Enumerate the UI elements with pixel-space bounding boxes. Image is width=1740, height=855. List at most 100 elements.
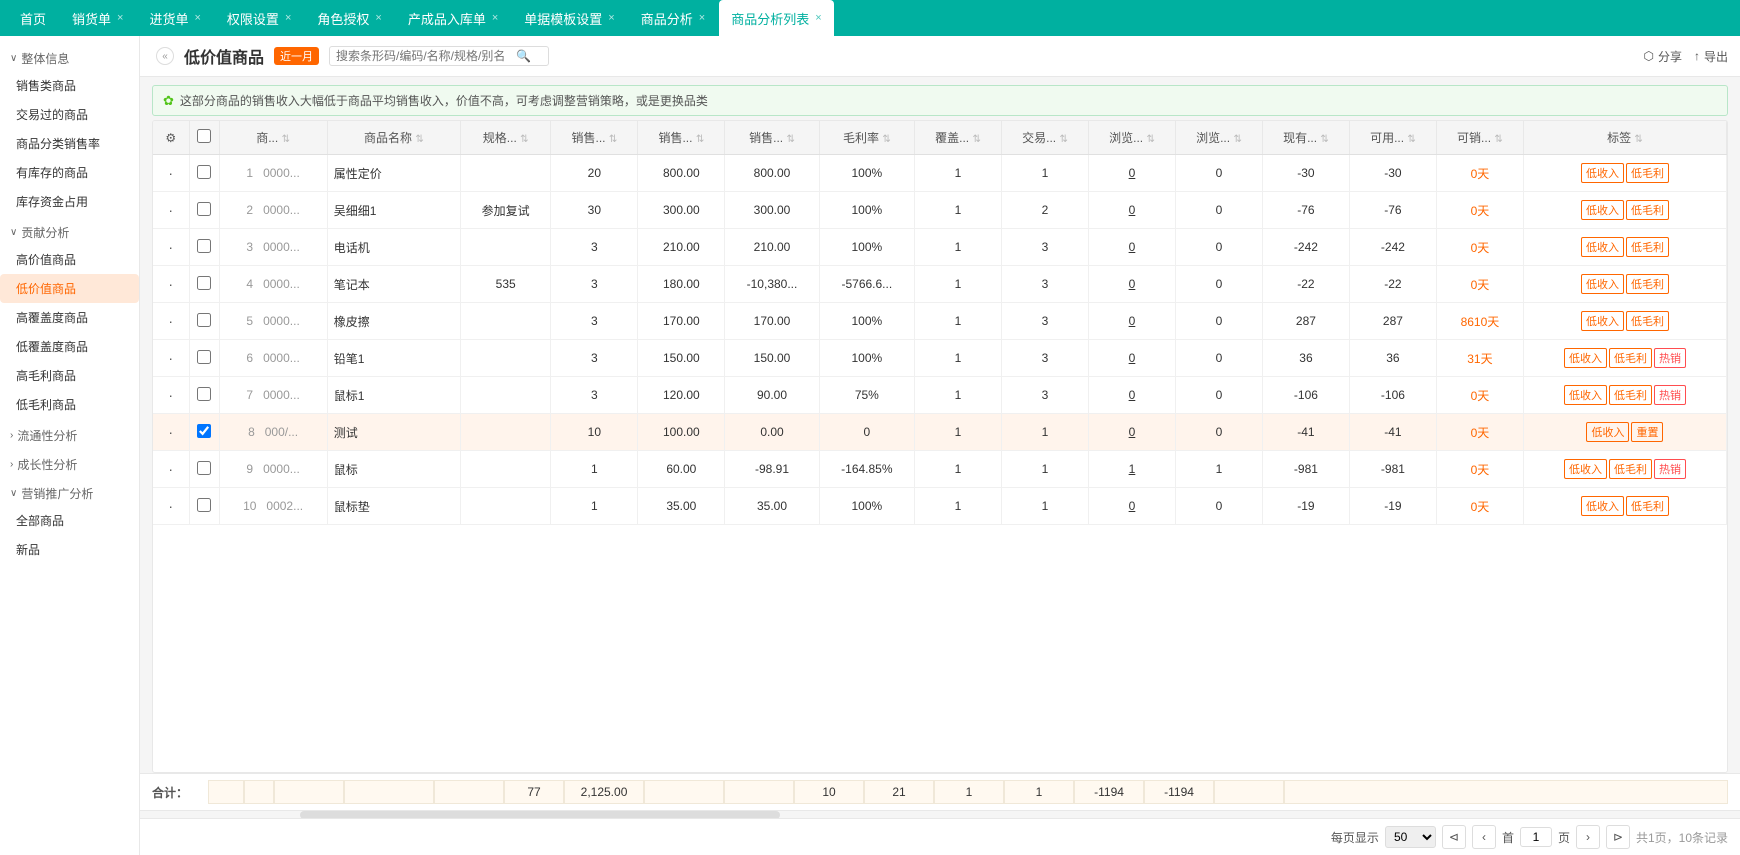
row-checkbox[interactable] (197, 498, 211, 512)
cell-browse1[interactable]: 0 (1088, 303, 1175, 340)
page-number-input[interactable] (1520, 827, 1552, 847)
nav-sales-order[interactable]: 销货单 × (60, 0, 135, 36)
nav-permission[interactable]: 权限设置 × (215, 0, 303, 36)
close-icon[interactable]: × (492, 12, 498, 24)
col-settings[interactable]: ⚙ (153, 121, 189, 155)
col-sales-amount[interactable]: 销售... ⇅ (638, 121, 725, 155)
sidebar-item-low-value[interactable]: 低价值商品 (0, 274, 139, 303)
sidebar-item-all-products[interactable]: 全部商品 (0, 506, 139, 535)
nav-product-analysis[interactable]: 商品分析 × (629, 0, 717, 36)
close-icon[interactable]: × (194, 12, 200, 24)
col-browse1[interactable]: 浏览... ⇅ (1088, 121, 1175, 155)
nav-template-settings[interactable]: 单据模板设置 × (512, 0, 626, 36)
close-icon[interactable]: × (699, 12, 705, 24)
col-sales-qty[interactable]: 销售... ⇅ (551, 121, 638, 155)
page-size-select[interactable]: 50 100 200 (1385, 826, 1436, 848)
nav-purchase-order[interactable]: 进货单 × (137, 0, 212, 36)
cell-settings[interactable]: · (153, 229, 189, 266)
expand-icon[interactable]: › (10, 459, 13, 470)
cell-browse1[interactable]: 0 (1088, 155, 1175, 192)
col-browse2[interactable]: 浏览... ⇅ (1175, 121, 1262, 155)
cell-browse1[interactable]: 0 (1088, 340, 1175, 377)
col-available[interactable]: 可用... ⇅ (1349, 121, 1436, 155)
row-checkbox[interactable] (197, 424, 211, 438)
cell-checkbox[interactable] (189, 155, 219, 192)
search-icon[interactable]: 🔍 (516, 49, 531, 63)
search-input[interactable] (336, 49, 516, 63)
cell-settings[interactable]: · (153, 303, 189, 340)
cell-settings[interactable]: · (153, 414, 189, 451)
sidebar-item-high-coverage[interactable]: 高覆盖度商品 (0, 303, 139, 332)
first-page-button[interactable]: ⊲ (1442, 825, 1466, 849)
horizontal-scrollbar[interactable] (140, 810, 1740, 818)
prev-page-button[interactable]: ‹ (1472, 825, 1496, 849)
sidebar-item-sales-products[interactable]: 销售类商品 (0, 71, 139, 100)
row-checkbox[interactable] (197, 165, 211, 179)
col-code[interactable]: 商... ⇅ (219, 121, 327, 155)
sidebar-item-stock-capital[interactable]: 库存资金占用 (0, 187, 139, 216)
col-sales-profit[interactable]: 销售... ⇅ (725, 121, 819, 155)
cell-checkbox[interactable] (189, 192, 219, 229)
cell-browse1[interactable]: 0 (1088, 229, 1175, 266)
col-tags[interactable]: 标签 ⇅ (1523, 121, 1726, 155)
col-gross-margin[interactable]: 毛利率 ⇅ (819, 121, 914, 155)
share-button[interactable]: ⬡ 分享 (1643, 48, 1682, 65)
cell-checkbox[interactable] (189, 303, 219, 340)
row-checkbox[interactable] (197, 387, 211, 401)
last-page-button[interactable]: ⊳ (1606, 825, 1630, 849)
sidebar-item-high-profit[interactable]: 高毛利商品 (0, 361, 139, 390)
nav-home[interactable]: 首页 (8, 0, 58, 36)
close-icon-active[interactable]: × (815, 12, 821, 24)
col-saleable[interactable]: 可销... ⇅ (1436, 121, 1523, 155)
cell-checkbox[interactable] (189, 414, 219, 451)
cell-settings[interactable]: · (153, 488, 189, 525)
sidebar-item-low-profit[interactable]: 低毛利商品 (0, 390, 139, 419)
cell-browse1[interactable]: 0 (1088, 377, 1175, 414)
cell-settings[interactable]: · (153, 155, 189, 192)
row-checkbox[interactable] (197, 239, 211, 253)
row-checkbox[interactable] (197, 461, 211, 475)
close-icon[interactable]: × (285, 12, 291, 24)
close-icon[interactable]: × (608, 12, 614, 24)
cell-checkbox[interactable] (189, 488, 219, 525)
collapse-icon[interactable]: ∨ (10, 227, 17, 238)
sidebar-item-low-coverage[interactable]: 低覆盖度商品 (0, 332, 139, 361)
export-button[interactable]: ↑ 导出 (1694, 48, 1728, 65)
row-checkbox[interactable] (197, 276, 211, 290)
cell-settings[interactable]: · (153, 266, 189, 303)
cell-settings[interactable]: · (153, 377, 189, 414)
data-table-container[interactable]: ⚙ 商... ⇅ 商品名称 ⇅ 规格... ⇅ 销售... ⇅ 销售... ⇅ … (152, 120, 1728, 773)
cell-checkbox[interactable] (189, 377, 219, 414)
cell-settings[interactable]: · (153, 192, 189, 229)
next-page-button[interactable]: › (1576, 825, 1600, 849)
expand-icon[interactable]: › (10, 430, 13, 441)
col-name[interactable]: 商品名称 ⇅ (327, 121, 460, 155)
cell-browse1[interactable]: 0 (1088, 414, 1175, 451)
cell-browse1[interactable]: 0 (1088, 266, 1175, 303)
col-trade[interactable]: 交易... ⇅ (1002, 121, 1089, 155)
collapse-icon[interactable]: ∨ (10, 488, 17, 499)
nav-product-warehouse[interactable]: 产成品入库单 × (396, 0, 510, 36)
cell-settings[interactable]: · (153, 340, 189, 377)
close-icon[interactable]: × (375, 12, 381, 24)
collapse-icon[interactable]: ∨ (10, 53, 17, 64)
close-icon[interactable]: × (117, 12, 123, 24)
sidebar-collapse-button[interactable]: « (156, 47, 174, 65)
cell-browse1[interactable]: 0 (1088, 488, 1175, 525)
cell-browse1[interactable]: 1 (1088, 451, 1175, 488)
sidebar-item-new-products[interactable]: 新品 (0, 535, 139, 564)
sidebar-item-traded-products[interactable]: 交易过的商品 (0, 100, 139, 129)
row-checkbox[interactable] (197, 202, 211, 216)
cell-checkbox[interactable] (189, 229, 219, 266)
cell-checkbox[interactable] (189, 266, 219, 303)
time-badge[interactable]: 近一月 (274, 47, 319, 65)
nav-role-auth[interactable]: 角色授权 × (305, 0, 393, 36)
row-checkbox[interactable] (197, 350, 211, 364)
select-all-checkbox[interactable] (197, 129, 211, 143)
cell-checkbox[interactable] (189, 451, 219, 488)
sidebar-item-category-sales-rate[interactable]: 商品分类销售率 (0, 129, 139, 158)
cell-settings[interactable]: · (153, 451, 189, 488)
row-checkbox[interactable] (197, 313, 211, 327)
nav-product-analysis-list[interactable]: 商品分析列表 × (719, 0, 833, 36)
settings-icon[interactable]: ⚙ (165, 131, 176, 145)
